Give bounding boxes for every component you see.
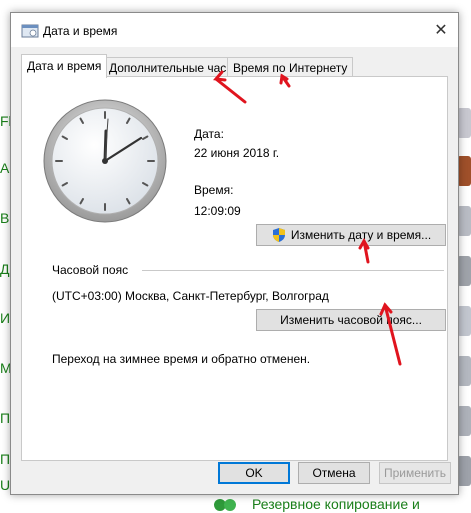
tab-date-time[interactable]: Дата и время <box>21 54 108 78</box>
window-title: Дата и время <box>43 24 118 38</box>
background-icon <box>457 108 471 138</box>
apply-button[interactable]: Применить <box>379 462 451 484</box>
background-icon <box>457 256 471 286</box>
background-text-fragment: И <box>0 310 11 326</box>
change-date-time-label: Изменить дату и время... <box>290 228 432 242</box>
dst-notice: Переход на зимнее время и обратно отмене… <box>52 352 311 366</box>
background-icon <box>457 356 471 386</box>
background-icon <box>457 456 471 486</box>
background-text-fragment: Д <box>0 261 10 277</box>
date-value: 22 июня 2018 г. <box>194 146 280 160</box>
time-label: Время: <box>194 183 234 197</box>
apply-label: Применить <box>383 466 446 480</box>
background-backup-link[interactable]: Резервное копирование и <box>252 496 420 512</box>
ok-label: OK <box>245 466 263 480</box>
date-label: Дата: <box>194 127 224 141</box>
close-button[interactable]: ✕ <box>424 13 458 47</box>
change-date-time-button[interactable]: Изменить дату и время... <box>256 224 446 246</box>
backup-icon <box>214 499 236 511</box>
cancel-label: Отмена <box>312 466 356 480</box>
ok-button[interactable]: OK <box>218 462 290 484</box>
background-icon <box>457 406 471 436</box>
background-icon <box>457 156 471 186</box>
timezone-separator <box>142 270 444 271</box>
timezone-value: (UTC+03:00) Москва, Санкт-Петербург, Вол… <box>52 289 329 303</box>
title-bar: Дата и время ✕ <box>11 13 458 47</box>
calendar-clock-icon <box>21 24 39 38</box>
background-icon <box>457 306 471 336</box>
date-time-dialog: Дата и время ✕ Дата и время Дополнительн… <box>10 12 459 495</box>
clock-icon <box>43 99 167 223</box>
time-value: 12:09:09 <box>194 204 241 218</box>
background-text-fragment: П <box>0 451 11 467</box>
background-right-icons <box>457 0 471 513</box>
change-timezone-label: Изменить часовой пояс... <box>280 313 422 327</box>
timezone-section-label: Часовой пояс <box>52 263 129 277</box>
tab-panel: Дата: 22 июня 2018 г. Время: 12:09:09 Из… <box>21 76 448 461</box>
tab-additional-clocks[interactable]: Дополнительные часы <box>103 57 241 77</box>
background-icon <box>457 206 471 236</box>
close-icon: ✕ <box>434 22 448 39</box>
change-timezone-button[interactable]: Изменить часовой пояс... <box>256 309 446 331</box>
cancel-button[interactable]: Отмена <box>298 462 370 484</box>
shield-icon <box>272 228 285 242</box>
background-text-fragment: П <box>0 410 11 426</box>
tab-internet-time[interactable]: Время по Интернету <box>227 57 354 77</box>
